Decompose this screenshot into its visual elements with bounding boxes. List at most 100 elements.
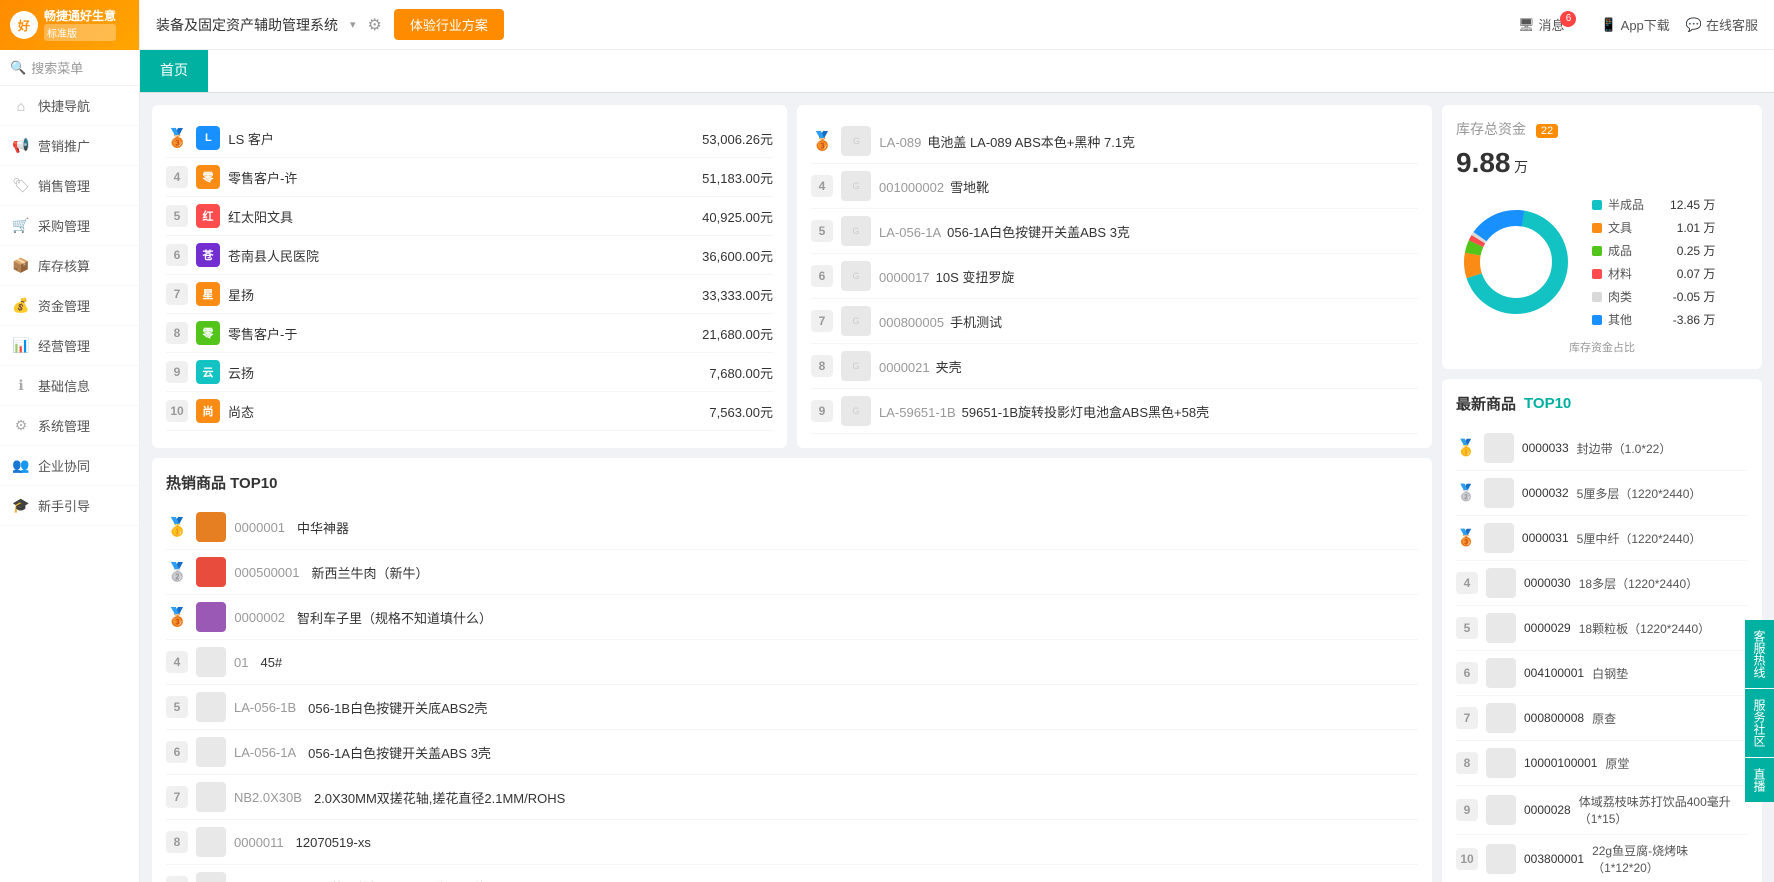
sidebar-item-finance[interactable]: 💰 资金管理 bbox=[0, 286, 139, 326]
inventory-title: 库存总资金 22 bbox=[1456, 119, 1748, 139]
products-rank-list: 🥉 G LA-089电池盖 LA-089 ABS本色+黑种 7.1克 4 G 0… bbox=[811, 119, 1418, 434]
product-name: 056-1B白色按键开关底ABS2壳 bbox=[308, 698, 1418, 717]
main-area: 装备及固定资产辅助管理系统 ▾ ⚙ 体验行业方案 🖥 消息 6 📱 App下载 … bbox=[140, 0, 1774, 882]
rank-number: 8 bbox=[1456, 752, 1478, 774]
sidebar-item-quicknav[interactable]: ⌂ 快捷导航 bbox=[0, 86, 139, 126]
tab-home[interactable]: 首页 bbox=[140, 50, 208, 92]
rank-number: 6 bbox=[811, 265, 833, 287]
sidebar-item-operations[interactable]: 📊 经营管理 bbox=[0, 326, 139, 366]
settings-icon[interactable]: ⚙ bbox=[368, 15, 382, 35]
customer-avatar: 尚 bbox=[196, 399, 220, 423]
rank-number: 8 bbox=[166, 322, 188, 344]
product-code: 01 bbox=[234, 655, 248, 670]
app-download-nav[interactable]: 📱 App下载 bbox=[1600, 15, 1669, 34]
customer-avatar: 云 bbox=[196, 360, 220, 384]
float-service-community[interactable]: 服务社区 bbox=[1745, 689, 1774, 757]
hot-products-title-text: 热销商品 TOP10 bbox=[166, 472, 277, 493]
rank-number: 7 bbox=[811, 310, 833, 332]
search-menu-item[interactable]: 🔍 搜索菜单 bbox=[0, 50, 139, 86]
legend-item: 半成品 12.45 万 bbox=[1592, 193, 1715, 216]
new-products-list: 🥇 0000033 封边带（1.0*22） 🥈 0000032 5厘多层（122… bbox=[1456, 426, 1748, 882]
float-buttons: 客服热线 服务社区 直播 bbox=[1745, 620, 1774, 802]
customer-name: 星扬 bbox=[228, 285, 694, 304]
product-name: 新西兰牛肉（新牛） bbox=[312, 563, 1419, 582]
float-live-stream[interactable]: 直播 bbox=[1745, 758, 1774, 802]
rank-item: 🥉 G LA-089电池盖 LA-089 ABS本色+黑种 7.1克 bbox=[811, 119, 1418, 164]
sidebar-item-system[interactable]: ⚙ 系统管理 bbox=[0, 406, 139, 446]
hot-item: 🥇 0000001 中华神器 bbox=[166, 505, 1418, 550]
customer-avatar: 红 bbox=[196, 204, 220, 228]
new-product-item: 5 0000029 18颗粒板（1220*2440） bbox=[1456, 606, 1748, 651]
content-area: 🥉 L LS 客户 53,006.26元 4 零 零售客户-许 51,183. bbox=[140, 93, 1774, 882]
customer-avatar: 苍 bbox=[196, 243, 220, 267]
sidebar-item-basic-info[interactable]: ℹ 基础信息 bbox=[0, 366, 139, 406]
float-customer-service[interactable]: 客服热线 bbox=[1745, 620, 1774, 688]
sidebar-item-newbie[interactable]: 🎓 新手引导 bbox=[0, 486, 139, 526]
sidebar-item-collab[interactable]: 👥 企业协同 bbox=[0, 446, 139, 486]
product-code: 004100001 bbox=[1524, 666, 1584, 680]
rank-number: 9 bbox=[811, 400, 833, 422]
donut-chart bbox=[1456, 202, 1576, 322]
product-thumbnail bbox=[1484, 523, 1514, 553]
medal-icon: 🥉 bbox=[811, 131, 833, 152]
product-thumbnail bbox=[1484, 478, 1514, 508]
product-name: LA-056-1A056-1A白色按键开关盖ABS 3克 bbox=[879, 222, 1418, 241]
page-tabs: 首页 bbox=[140, 50, 1774, 93]
legend-dot bbox=[1592, 246, 1602, 256]
product-name: 000001710S 变扭罗旋 bbox=[879, 267, 1418, 286]
product-name: 智利车子里（规格不知道填什么） bbox=[297, 608, 1418, 627]
customer-avatar: 零 bbox=[196, 321, 220, 345]
legend-value: 1.01 万 bbox=[1677, 219, 1716, 236]
chart-icon: 📊 bbox=[12, 337, 30, 355]
product-code: 0000029 bbox=[1524, 621, 1571, 635]
new-product-item: 9 0000028 体域荔枝味苏打饮品400毫升（1*15） bbox=[1456, 786, 1748, 835]
rank-number: 6 bbox=[166, 244, 188, 266]
legend-item: 材料 0.07 万 bbox=[1592, 262, 1715, 285]
legend-name: 文具 bbox=[1608, 219, 1651, 236]
legend-dot bbox=[1592, 200, 1602, 210]
legend-value: 12.45 万 bbox=[1670, 196, 1715, 213]
customer-value: 53,006.26元 bbox=[702, 129, 773, 148]
header-right: 🖥 消息 6 📱 App下载 💬 在线客服 bbox=[1518, 15, 1758, 34]
rank-number: 10 bbox=[166, 400, 188, 422]
products-top10-card: 🥉 G LA-089电池盖 LA-089 ABS本色+黑种 7.1克 4 G 0… bbox=[797, 105, 1432, 448]
new-product-item: 6 004100001 白钢垫 bbox=[1456, 651, 1748, 696]
product-thumbnail: G bbox=[841, 216, 871, 246]
product-name: 001000002雪地靴 bbox=[879, 177, 1418, 196]
sidebar-item-sales[interactable]: 🏷 销售管理 bbox=[0, 166, 139, 206]
product-thumbnail bbox=[1486, 568, 1516, 598]
app-download-label: App下载 bbox=[1621, 15, 1670, 34]
legend-name: 材料 bbox=[1608, 265, 1651, 282]
rank-number: 8 bbox=[811, 355, 833, 377]
product-code: 0000032 bbox=[1522, 486, 1569, 500]
inventory-total-value: 9.88 bbox=[1456, 147, 1511, 178]
customer-name: 零售客户-于 bbox=[228, 324, 694, 343]
sidebar: 好 畅捷通好生意 标准版 🔍 搜索菜单 ⌂ 快捷导航 📢 营销推广 🏷 销售管理… bbox=[0, 0, 140, 882]
new-product-item: 7 000800008 原查 bbox=[1456, 696, 1748, 741]
customer-name: LS 客户 bbox=[228, 129, 694, 148]
rank-number: 8 bbox=[166, 831, 188, 853]
medal-silver-icon: 🥈 bbox=[166, 562, 188, 583]
online-service-nav[interactable]: 💬 在线客服 bbox=[1686, 15, 1758, 34]
messages-nav[interactable]: 🖥 消息 6 bbox=[1518, 15, 1585, 34]
sidebar-item-inventory[interactable]: 📦 库存核算 bbox=[0, 246, 139, 286]
customer-name: 苍南县人民医院 bbox=[228, 246, 694, 265]
dropdown-arrow-icon[interactable]: ▾ bbox=[350, 18, 356, 31]
inventory-unit: 万 bbox=[1514, 159, 1528, 175]
new-product-item: 🥇 0000033 封边带（1.0*22） bbox=[1456, 426, 1748, 471]
sidebar-item-marketing[interactable]: 📢 营销推广 bbox=[0, 126, 139, 166]
tag-icon: 🏷 bbox=[12, 177, 30, 195]
product-name: 18颗粒板（1220*2440） bbox=[1579, 620, 1748, 637]
sidebar-item-purchase[interactable]: 🛒 采购管理 bbox=[0, 206, 139, 246]
sidebar-header: 好 畅捷通好生意 标准版 bbox=[0, 0, 139, 50]
rank-item: 8 零 零售客户-于 21,680.00元 bbox=[166, 314, 773, 353]
customer-avatar: 零 bbox=[196, 165, 220, 189]
legend-name: 肉类 bbox=[1608, 288, 1647, 305]
inventory-title-text: 库存总资金 bbox=[1456, 121, 1526, 137]
sidebar-item-label: 基础信息 bbox=[38, 376, 90, 395]
product-thumbnail bbox=[1486, 795, 1516, 825]
rank-item: 4 G 001000002雪地靴 bbox=[811, 164, 1418, 209]
product-name: 5厘中纤（1220*2440） bbox=[1577, 530, 1748, 547]
trial-button[interactable]: 体验行业方案 bbox=[394, 9, 504, 40]
rank-number: 5 bbox=[166, 696, 188, 718]
